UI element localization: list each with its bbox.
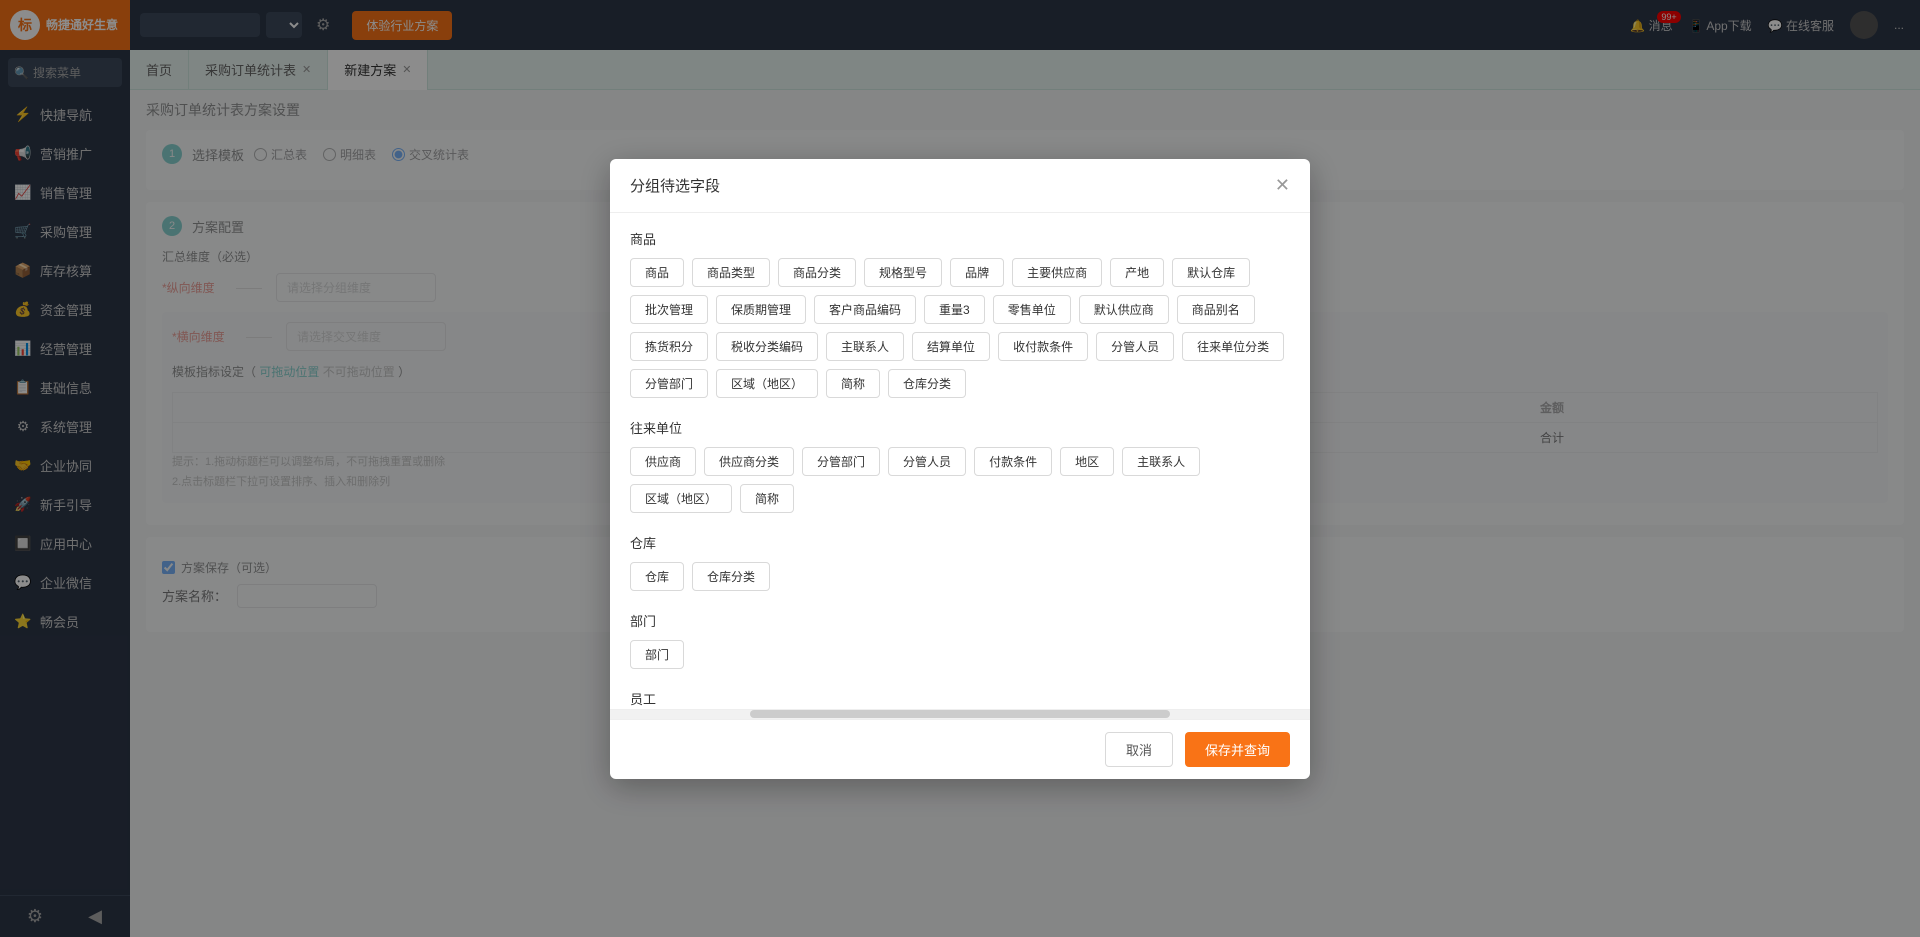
field-tag-dept[interactable]: 部门 [630, 640, 684, 669]
field-tag-warehouse-cat[interactable]: 仓库分类 [692, 562, 770, 591]
section-counterparty: 往来单位供应商供应商分类分管部门分管人员付款条件地区主联系人区域（地区） 简称 [630, 418, 1290, 513]
field-tag-short-name2[interactable]: 简称 [740, 484, 794, 513]
field-tag-product-category[interactable]: 商品分类 [778, 258, 856, 287]
field-tag-warehouse-category[interactable]: 仓库分类 [888, 369, 966, 398]
field-tag-retail-unit[interactable]: 零售单位 [993, 295, 1071, 324]
modal-close-button[interactable]: ✕ [1275, 175, 1290, 196]
field-tag-pay-terms[interactable]: 付款条件 [974, 447, 1052, 476]
field-tag-region-locale2[interactable]: 区域（地区） [630, 484, 732, 513]
field-tags-warehouse: 仓库仓库分类 [630, 562, 1290, 591]
section-department: 部门部门 [630, 611, 1290, 669]
scrollbar-thumb [750, 710, 1170, 718]
field-tag-payment-terms[interactable]: 收付款条件 [998, 332, 1088, 361]
modal-footer: 取消 保存并查询 [610, 719, 1310, 779]
field-tag-settlement-unit[interactable]: 结算单位 [912, 332, 990, 361]
field-tag-origin[interactable]: 产地 [1110, 258, 1164, 287]
field-tag-batch-mgmt[interactable]: 批次管理 [630, 295, 708, 324]
section-title-counterparty: 往来单位 [630, 418, 1290, 437]
field-tag-brand[interactable]: 品牌 [950, 258, 1004, 287]
section-title-employee: 员工 [630, 689, 1290, 708]
field-tag-weight3[interactable]: 重量3 [924, 295, 985, 324]
field-tag-main-supplier[interactable]: 主要供应商 [1012, 258, 1102, 287]
field-tag-main-contact[interactable]: 主联系人 [826, 332, 904, 361]
field-tag-mgmt-dept[interactable]: 分管部门 [630, 369, 708, 398]
field-tag-supplier[interactable]: 供应商 [630, 447, 696, 476]
field-tag-contact2[interactable]: 主联系人 [1122, 447, 1200, 476]
section-product: 商品商品商品类型商品分类规格型号品牌主要供应商产地默认仓库批次管理保质期管理客户… [630, 229, 1290, 398]
modal-body[interactable]: 商品商品商品类型商品分类规格型号品牌主要供应商产地默认仓库批次管理保质期管理客户… [610, 213, 1310, 710]
field-tag-manager[interactable]: 分管人员 [1096, 332, 1174, 361]
section-employee: 员工业务员 [630, 689, 1290, 710]
field-tag-default-warehouse[interactable]: 默认仓库 [1172, 258, 1250, 287]
field-tag-expiry-mgmt[interactable]: 保质期管理 [716, 295, 806, 324]
field-tag-warehouse[interactable]: 仓库 [630, 562, 684, 591]
field-tags-department: 部门 [630, 640, 1290, 669]
field-tag-customer-code[interactable]: 客户商品编码 [814, 295, 916, 324]
field-tag-tax-code[interactable]: 税收分类编码 [716, 332, 818, 361]
modal-horizontal-scrollbar[interactable] [610, 709, 1310, 718]
section-title-product: 商品 [630, 229, 1290, 248]
field-tag-supplier-category[interactable]: 供应商分类 [704, 447, 794, 476]
cancel-button[interactable]: 取消 [1105, 732, 1173, 767]
field-tags-product: 商品商品类型商品分类规格型号品牌主要供应商产地默认仓库批次管理保质期管理客户商品… [630, 258, 1290, 398]
field-tag-manager2[interactable]: 分管人员 [888, 447, 966, 476]
modal-header: 分组待选字段 ✕ [610, 159, 1310, 213]
field-tag-default-supplier[interactable]: 默认供应商 [1079, 295, 1169, 324]
field-tags-counterparty: 供应商供应商分类分管部门分管人员付款条件地区主联系人区域（地区） 简称 [630, 447, 1290, 513]
field-tag-spec-type[interactable]: 规格型号 [864, 258, 942, 287]
section-title-department: 部门 [630, 611, 1290, 630]
field-tag-product-alias[interactable]: 商品别名 [1177, 295, 1255, 324]
field-tag-dept2[interactable]: 分管部门 [802, 447, 880, 476]
section-warehouse: 仓库仓库仓库分类 [630, 533, 1290, 591]
modal-title: 分组待选字段 [630, 175, 720, 196]
field-tag-product-type[interactable]: 商品类型 [692, 258, 770, 287]
field-tag-short-name[interactable]: 简称 [826, 369, 880, 398]
section-title-warehouse: 仓库 [630, 533, 1290, 552]
save-button[interactable]: 保存并查询 [1185, 732, 1290, 767]
field-selection-modal: 分组待选字段 ✕ 商品商品商品类型商品分类规格型号品牌主要供应商产地默认仓库批次… [610, 159, 1310, 779]
field-tag-region2[interactable]: 地区 [1060, 447, 1114, 476]
field-tag-region-locale[interactable]: 区域（地区） [716, 369, 818, 398]
field-tag-product[interactable]: 商品 [630, 258, 684, 287]
field-tag-pickup-points[interactable]: 拣货积分 [630, 332, 708, 361]
field-tag-source-unit-category[interactable]: 往来单位分类 [1182, 332, 1284, 361]
